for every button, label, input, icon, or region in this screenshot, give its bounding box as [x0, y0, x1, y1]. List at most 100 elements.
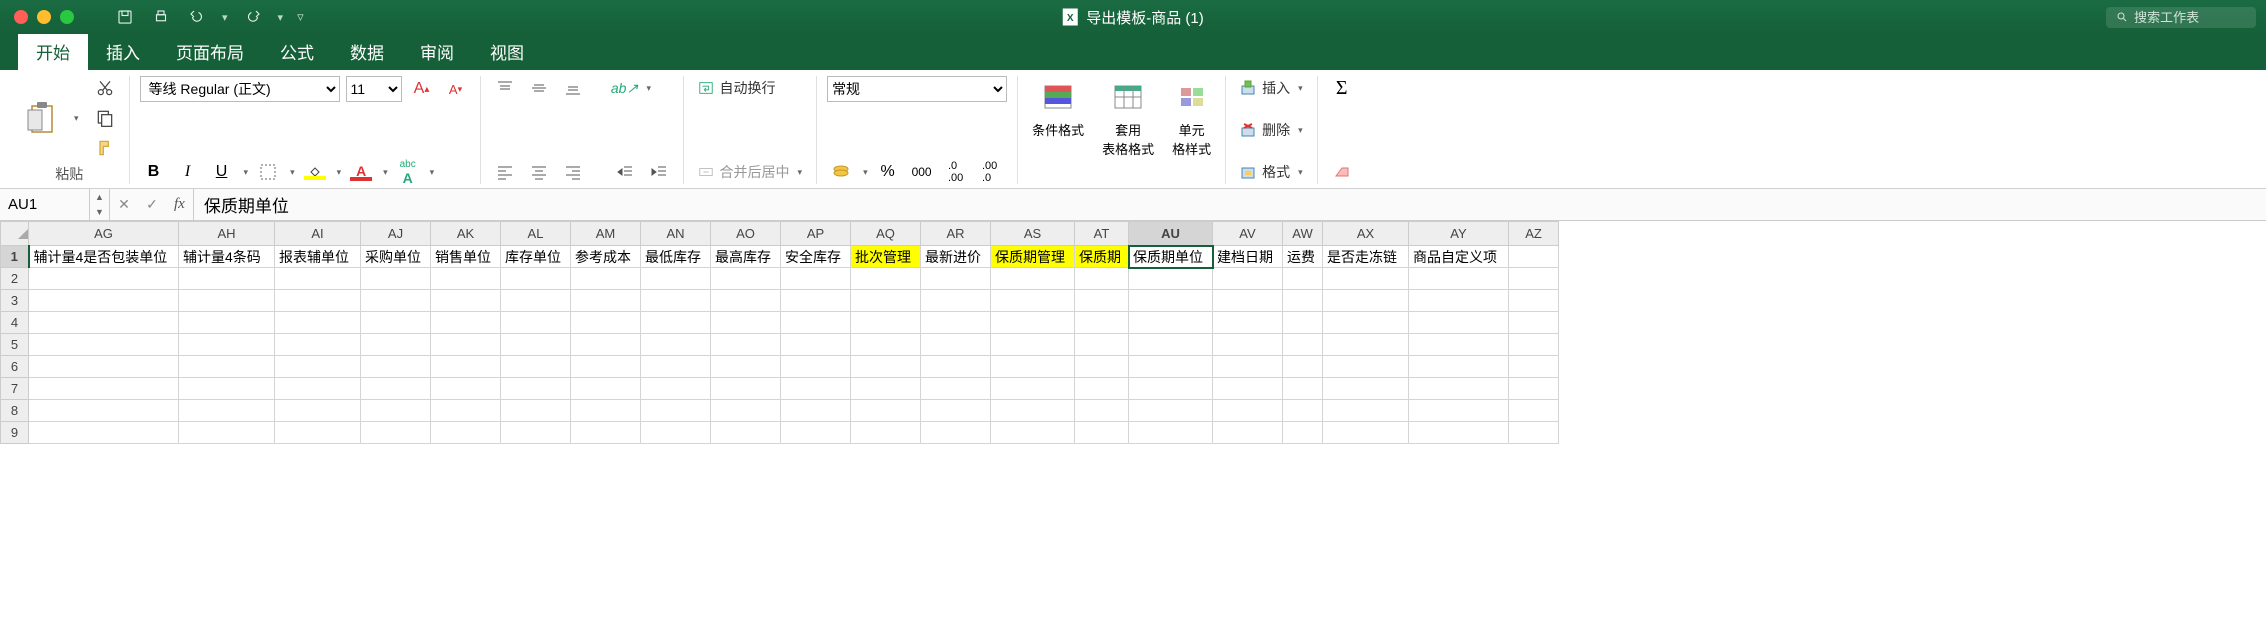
tab-开始[interactable]: 开始 — [18, 32, 88, 70]
cell-AY2[interactable] — [1409, 268, 1509, 290]
cancel-formula-icon[interactable]: ✕ — [110, 196, 138, 213]
close-window-button[interactable] — [14, 10, 28, 24]
cell-AP2[interactable] — [781, 268, 851, 290]
cut-icon[interactable] — [91, 76, 119, 100]
cell-AG9[interactable] — [29, 422, 179, 444]
cell-AT2[interactable] — [1075, 268, 1129, 290]
cell-AK9[interactable] — [431, 422, 501, 444]
cell-AQ6[interactable] — [851, 356, 921, 378]
conditional-format-button[interactable]: 条件格式 — [1028, 76, 1088, 141]
cell-AV7[interactable] — [1213, 378, 1283, 400]
name-box-input[interactable] — [8, 196, 81, 213]
cell-AH7[interactable] — [179, 378, 275, 400]
cell-AO2[interactable] — [711, 268, 781, 290]
cell-AO4[interactable] — [711, 312, 781, 334]
cell-AT6[interactable] — [1075, 356, 1129, 378]
cell-AQ4[interactable] — [851, 312, 921, 334]
cell-AX4[interactable] — [1323, 312, 1409, 334]
cell-AQ8[interactable] — [851, 400, 921, 422]
phonetic-icon[interactable]: abcA — [394, 160, 422, 184]
cell-AT1[interactable]: 保质期 — [1075, 246, 1129, 268]
cell-AY5[interactable] — [1409, 334, 1509, 356]
cell-AS6[interactable] — [991, 356, 1075, 378]
cell-AW6[interactable] — [1283, 356, 1323, 378]
cell-AP1[interactable]: 安全库存 — [781, 246, 851, 268]
row-header-6[interactable]: 6 — [1, 356, 29, 378]
cell-AK4[interactable] — [431, 312, 501, 334]
cell-AR8[interactable] — [921, 400, 991, 422]
column-header-AK[interactable]: AK — [431, 222, 501, 246]
row-header-8[interactable]: 8 — [1, 400, 29, 422]
dropdown-caret-icon[interactable]: ▾ — [222, 11, 228, 24]
cell-AJ7[interactable] — [361, 378, 431, 400]
format-cells-button[interactable]: 格式▾ — [1236, 160, 1307, 184]
cell-AN7[interactable] — [641, 378, 711, 400]
cell-AR2[interactable] — [921, 268, 991, 290]
cell-AS4[interactable] — [991, 312, 1075, 334]
cell-AK6[interactable] — [431, 356, 501, 378]
cell-AZ1[interactable] — [1509, 246, 1559, 268]
cell-AP6[interactable] — [781, 356, 851, 378]
cell-AI1[interactable]: 报表辅单位 — [275, 246, 361, 268]
cell-AT4[interactable] — [1075, 312, 1129, 334]
column-header-AH[interactable]: AH — [179, 222, 275, 246]
cell-AX6[interactable] — [1323, 356, 1409, 378]
cell-AV3[interactable] — [1213, 290, 1283, 312]
cell-AP8[interactable] — [781, 400, 851, 422]
cell-AQ2[interactable] — [851, 268, 921, 290]
cell-AU1[interactable]: 保质期单位 — [1129, 246, 1213, 268]
cell-AN5[interactable] — [641, 334, 711, 356]
cell-AG8[interactable] — [29, 400, 179, 422]
clear-icon[interactable] — [1328, 160, 1356, 184]
cell-AV2[interactable] — [1213, 268, 1283, 290]
cell-AW5[interactable] — [1283, 334, 1323, 356]
comma-icon[interactable]: 000 — [908, 160, 936, 184]
enter-formula-icon[interactable]: ✓ — [138, 196, 166, 213]
cell-AM3[interactable] — [571, 290, 641, 312]
align-right-icon[interactable] — [559, 160, 587, 184]
column-header-AI[interactable]: AI — [275, 222, 361, 246]
cell-AL8[interactable] — [501, 400, 571, 422]
cell-AO1[interactable]: 最高库存 — [711, 246, 781, 268]
cell-AU9[interactable] — [1129, 422, 1213, 444]
border-icon[interactable] — [254, 160, 282, 184]
cell-AV6[interactable] — [1213, 356, 1283, 378]
currency-icon[interactable] — [827, 160, 855, 184]
fx-icon[interactable]: fx — [166, 189, 194, 220]
column-header-AN[interactable]: AN — [641, 222, 711, 246]
cell-AT3[interactable] — [1075, 290, 1129, 312]
cell-AI3[interactable] — [275, 290, 361, 312]
cell-AP9[interactable] — [781, 422, 851, 444]
cell-AO9[interactable] — [711, 422, 781, 444]
column-header-AG[interactable]: AG — [29, 222, 179, 246]
cell-AU5[interactable] — [1129, 334, 1213, 356]
cell-AN6[interactable] — [641, 356, 711, 378]
decrease-indent-icon[interactable] — [611, 160, 639, 184]
cell-AI5[interactable] — [275, 334, 361, 356]
cell-AV9[interactable] — [1213, 422, 1283, 444]
cell-AY7[interactable] — [1409, 378, 1509, 400]
cell-AL5[interactable] — [501, 334, 571, 356]
cell-AR6[interactable] — [921, 356, 991, 378]
cell-AS5[interactable] — [991, 334, 1075, 356]
spreadsheet-grid[interactable]: AGAHAIAJAKALAMANAOAPAQARASATAUAVAWAXAYAZ… — [0, 221, 2266, 444]
cell-AW7[interactable] — [1283, 378, 1323, 400]
cell-AL9[interactable] — [501, 422, 571, 444]
cell-AX7[interactable] — [1323, 378, 1409, 400]
merge-center-button[interactable]: 合并后居中 ▾ — [694, 160, 807, 184]
cell-AG5[interactable] — [29, 334, 179, 356]
cell-AL7[interactable] — [501, 378, 571, 400]
cell-AJ1[interactable]: 采购单位 — [361, 246, 431, 268]
cell-AK5[interactable] — [431, 334, 501, 356]
column-header-AV[interactable]: AV — [1213, 222, 1283, 246]
cell-AX5[interactable] — [1323, 334, 1409, 356]
cell-AZ4[interactable] — [1509, 312, 1559, 334]
copy-icon[interactable] — [91, 106, 119, 130]
column-header-AX[interactable]: AX — [1323, 222, 1409, 246]
minimize-window-button[interactable] — [37, 10, 51, 24]
cell-AG3[interactable] — [29, 290, 179, 312]
cell-AW2[interactable] — [1283, 268, 1323, 290]
cell-AQ7[interactable] — [851, 378, 921, 400]
cell-AO3[interactable] — [711, 290, 781, 312]
cell-AM2[interactable] — [571, 268, 641, 290]
